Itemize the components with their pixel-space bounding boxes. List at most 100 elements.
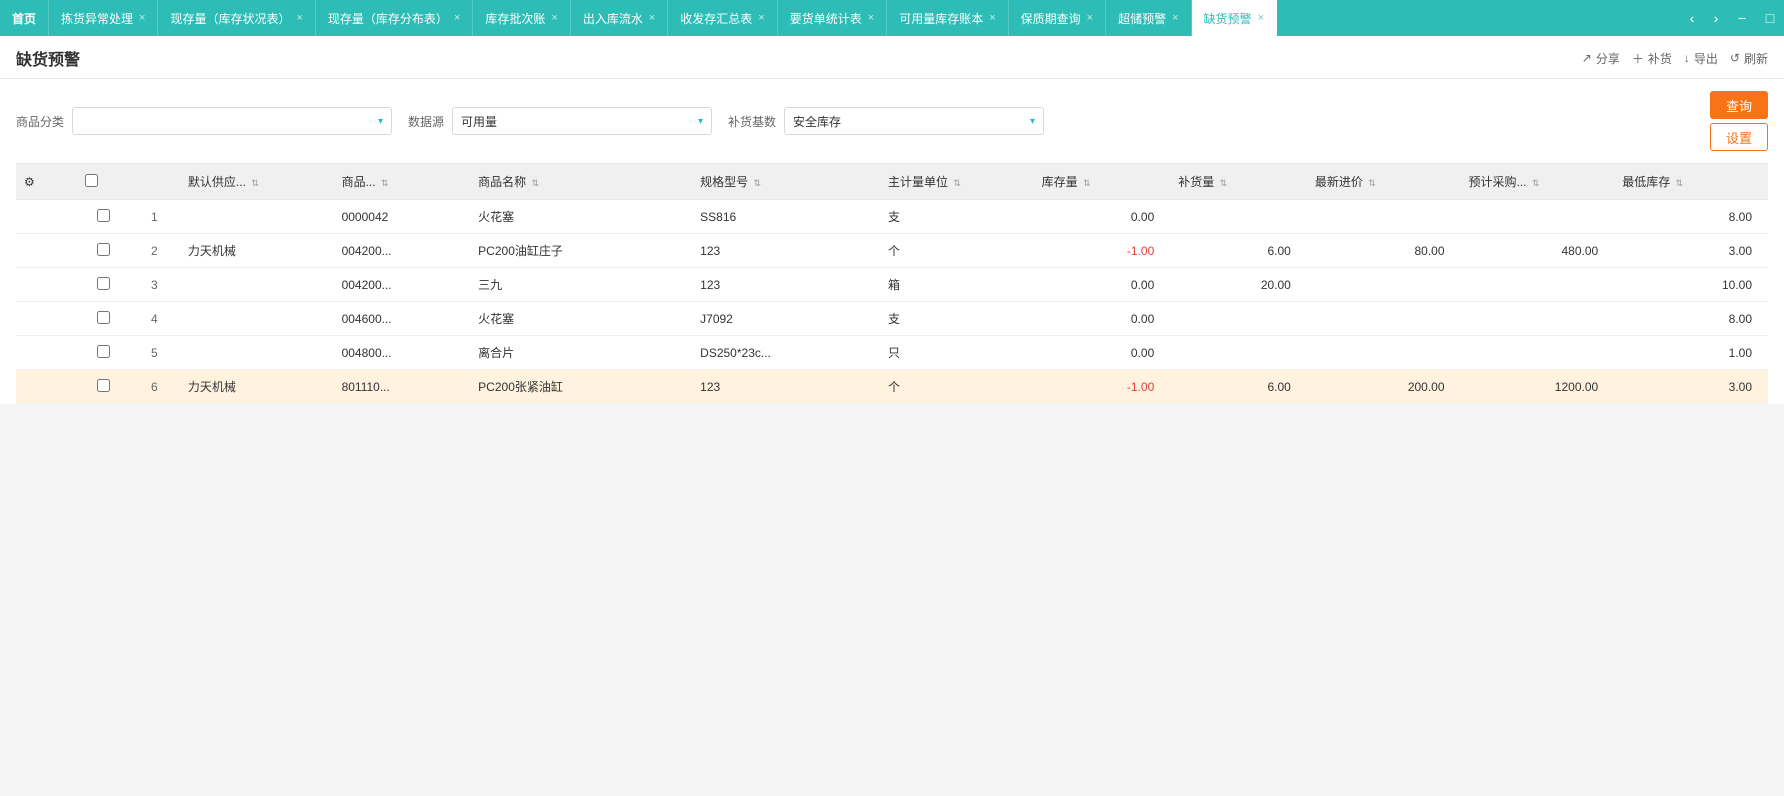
tab-home[interactable]: 首页 (0, 0, 49, 36)
tab-close-shortage[interactable]: × (1258, 12, 1264, 24)
tab-close-abnormal[interactable]: × (139, 12, 145, 24)
row-supplier-0 (180, 200, 334, 234)
share-icon: ↗ (1582, 51, 1592, 65)
table-row: 2 力天机械 004200... PC200油缸庄子 123 个 -1.00 6… (16, 234, 1768, 268)
category-label: 商品分类 (16, 113, 64, 130)
row-latest-price-2 (1307, 268, 1461, 302)
tab-label-demand: 要货单统计表 (790, 10, 862, 27)
col-supplier[interactable]: 默认供应... ⇅ (180, 164, 334, 200)
row-est-purchase-1: 480.00 (1461, 234, 1615, 268)
row-checkbox-cell-4[interactable] (77, 336, 128, 370)
row-checkbox-cell-5[interactable] (77, 370, 128, 404)
col-settings[interactable]: ⚙ (16, 164, 77, 200)
col-est-purchase[interactable]: 预计采购... ⇅ (1461, 164, 1615, 200)
row-checkbox-cell-1[interactable] (77, 234, 128, 268)
row-spec-2: 123 (692, 268, 880, 302)
col-restock-qty[interactable]: 补货量 ⇅ (1170, 164, 1307, 200)
tab-close-stock-dist[interactable]: × (454, 12, 460, 24)
col-goods-code[interactable]: 商品... ⇅ (334, 164, 471, 200)
tab-close-inout[interactable]: × (649, 12, 655, 24)
export-action[interactable]: ↓ 导出 (1684, 50, 1718, 67)
row-checkbox-3[interactable] (97, 311, 110, 324)
restock-action[interactable]: ＋ 补货 (1632, 50, 1672, 67)
settings-button[interactable]: 设置 (1710, 123, 1768, 151)
goods-name-sort-icon: ⇅ (532, 178, 540, 188)
tab-maximize-btn[interactable]: □ (1756, 0, 1784, 36)
row-latest-price-0 (1307, 200, 1461, 234)
tab-demand[interactable]: 要货单统计表 × (778, 0, 887, 36)
header-actions: ↗ 分享 ＋ 补货 ↓ 导出 ↺ 刷新 (1582, 50, 1768, 67)
row-goods-name-2: 三九 (470, 268, 692, 302)
tab-collect[interactable]: 收发存汇总表 × (668, 0, 777, 36)
row-supplier-4 (180, 336, 334, 370)
row-checkbox-5[interactable] (97, 379, 110, 392)
restock-base-select[interactable]: 安全库存 ▾ (784, 107, 1044, 135)
data-table: ⚙ 默认供应... ⇅ 商品... ⇅ 商品名称 (16, 163, 1768, 404)
row-supplier-1: 力天机械 (180, 234, 334, 268)
row-stock-qty-4: 0.00 (1034, 336, 1171, 370)
row-restock-qty-1: 6.00 (1170, 234, 1307, 268)
refresh-action[interactable]: ↺ 刷新 (1730, 50, 1768, 67)
tab-next-btn[interactable]: › (1704, 0, 1728, 36)
datasource-filter-group: 数据源 可用量 ▾ (408, 107, 712, 135)
tab-stock-dist[interactable]: 现存量（库存分布表） × (316, 0, 473, 36)
col-spec[interactable]: 规格型号 ⇅ (692, 164, 880, 200)
row-num-5: 6 (129, 370, 180, 404)
tab-overstock[interactable]: 超储预警× (1106, 0, 1191, 36)
datasource-arrow-icon: ▾ (698, 116, 703, 127)
tab-close-expiry[interactable]: × (1087, 12, 1093, 24)
row-num-3: 4 (129, 302, 180, 336)
tab-batch[interactable]: 库存批次账× (473, 0, 570, 36)
tab-close-stock-status[interactable]: × (296, 12, 302, 24)
row-gear-0 (16, 200, 77, 234)
col-min-stock-label: 最低库存 (1622, 175, 1670, 189)
restock-label: 补货 (1648, 50, 1672, 67)
share-action[interactable]: ↗ 分享 (1582, 50, 1620, 67)
row-est-purchase-3 (1461, 302, 1615, 336)
row-checkbox-2[interactable] (97, 277, 110, 290)
row-checkbox-4[interactable] (97, 345, 110, 358)
restock-qty-sort-icon: ⇅ (1220, 178, 1228, 188)
row-goods-code-5: 801110... (334, 370, 471, 404)
row-checkbox-0[interactable] (97, 209, 110, 222)
row-spec-0: SS816 (692, 200, 880, 234)
tab-label-collect: 收发存汇总表 (680, 10, 752, 27)
row-checkbox-cell-3[interactable] (77, 302, 128, 336)
category-select[interactable]: ▾ (72, 107, 392, 135)
table-row: 6 力天机械 801110... PC200张紧油缸 123 个 -1.00 6… (16, 370, 1768, 404)
tab-inout[interactable]: 出入库流水× (571, 0, 668, 36)
tab-close-available[interactable]: × (989, 12, 995, 24)
col-min-stock[interactable]: 最低库存 ⇅ (1614, 164, 1768, 200)
tab-abnormal[interactable]: 拣货异常处理× (49, 0, 158, 36)
tab-close-demand[interactable]: × (868, 12, 874, 24)
row-goods-code-3: 004600... (334, 302, 471, 336)
tab-close-collect[interactable]: × (758, 12, 764, 24)
tab-close-overstock[interactable]: × (1172, 12, 1178, 24)
tab-stock-status[interactable]: 现存量（库存状况表）× (158, 0, 315, 36)
col-spec-label: 规格型号 (700, 175, 748, 189)
query-button[interactable]: 查询 (1710, 91, 1768, 119)
row-restock-qty-5: 6.00 (1170, 370, 1307, 404)
tab-label-stock-dist: 现存量（库存分布表） (328, 10, 448, 27)
col-unit[interactable]: 主计量单位 ⇅ (880, 164, 1034, 200)
row-latest-price-3 (1307, 302, 1461, 336)
select-all-checkbox[interactable] (85, 174, 98, 187)
tab-shortage[interactable]: 缺货预警× (1192, 0, 1277, 36)
row-est-purchase-2 (1461, 268, 1615, 302)
row-checkbox-1[interactable] (97, 243, 110, 256)
tab-prev-btn[interactable]: ‹ (1680, 0, 1704, 36)
row-checkbox-cell-0[interactable] (77, 200, 128, 234)
row-unit-2: 箱 (880, 268, 1034, 302)
row-restock-qty-2: 20.00 (1170, 268, 1307, 302)
row-min-stock-4: 1.00 (1614, 336, 1768, 370)
row-goods-name-3: 火花塞 (470, 302, 692, 336)
col-stock-qty[interactable]: 库存量 ⇅ (1034, 164, 1171, 200)
col-latest-price[interactable]: 最新进价 ⇅ (1307, 164, 1461, 200)
datasource-select[interactable]: 可用量 ▾ (452, 107, 712, 135)
col-goods-name[interactable]: 商品名称 ⇅ (470, 164, 692, 200)
tab-available[interactable]: 可用量库存账本× (887, 0, 1008, 36)
tab-expiry[interactable]: 保质期查询× (1009, 0, 1106, 36)
row-checkbox-cell-2[interactable] (77, 268, 128, 302)
tab-close-batch[interactable]: × (551, 12, 557, 24)
tab-minimize-btn[interactable]: − (1728, 0, 1756, 36)
